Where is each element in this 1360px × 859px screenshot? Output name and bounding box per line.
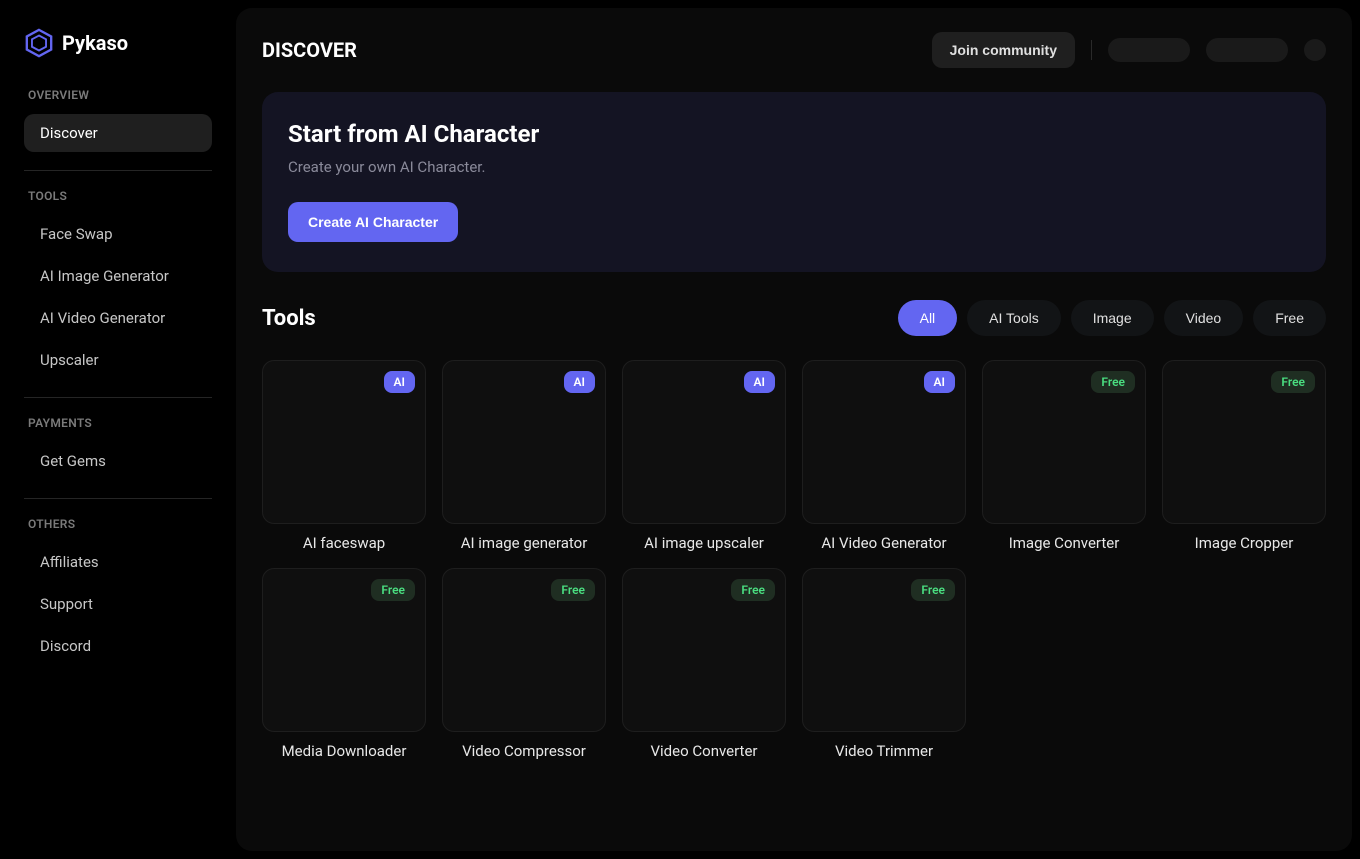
skeleton-placeholder xyxy=(1206,38,1288,62)
filter-ai-tools[interactable]: AI Tools xyxy=(967,300,1061,336)
badge-free: Free xyxy=(1271,371,1315,393)
badge-free: Free xyxy=(911,579,955,601)
tools-title: Tools xyxy=(262,306,316,331)
filter-all[interactable]: All xyxy=(898,300,958,336)
section-label-payments: PAYMENTS xyxy=(24,416,212,430)
tool-card[interactable]: Free Image Converter xyxy=(982,360,1146,552)
tool-card-thumb: AI xyxy=(802,360,966,524)
sidebar-item-upscaler[interactable]: Upscaler xyxy=(24,341,212,379)
sidebar-item-discover[interactable]: Discover xyxy=(24,114,212,152)
filter-image[interactable]: Image xyxy=(1071,300,1154,336)
badge-free: Free xyxy=(1091,371,1135,393)
tool-card[interactable]: Free Video Trimmer xyxy=(802,568,966,760)
tool-card-label: AI image generator xyxy=(442,534,606,552)
divider xyxy=(24,498,212,499)
badge-ai: AI xyxy=(744,371,775,393)
sidebar-item-ai-video-generator[interactable]: AI Video Generator xyxy=(24,299,212,337)
section-label-tools: TOOLS xyxy=(24,189,212,203)
tool-card[interactable]: Free Video Compressor xyxy=(442,568,606,760)
sidebar-item-get-gems[interactable]: Get Gems xyxy=(24,442,212,480)
tool-card[interactable]: AI AI Video Generator xyxy=(802,360,966,552)
tools-header: Tools All AI Tools Image Video Free xyxy=(262,300,1326,336)
divider xyxy=(24,397,212,398)
sidebar-item-face-swap[interactable]: Face Swap xyxy=(24,215,212,253)
badge-free: Free xyxy=(731,579,775,601)
tool-card[interactable]: Free Video Converter xyxy=(622,568,786,760)
divider xyxy=(24,170,212,171)
page-title: DISCOVER xyxy=(262,38,357,62)
badge-free: Free xyxy=(371,579,415,601)
tool-card[interactable]: Free Media Downloader xyxy=(262,568,426,760)
sidebar-item-discord[interactable]: Discord xyxy=(24,627,212,665)
tool-card-thumb: Free xyxy=(262,568,426,732)
logo-icon xyxy=(24,28,54,58)
hero-banner: Start from AI Character Create your own … xyxy=(262,92,1326,272)
main-content: DISCOVER Join community Start from AI Ch… xyxy=(236,8,1352,851)
logo[interactable]: Pykaso xyxy=(24,28,212,58)
join-community-button[interactable]: Join community xyxy=(932,32,1075,68)
tool-card-thumb: Free xyxy=(622,568,786,732)
tool-card-thumb: Free xyxy=(982,360,1146,524)
skeleton-placeholder xyxy=(1108,38,1190,62)
tool-card-thumb: AI xyxy=(442,360,606,524)
tool-card[interactable]: AI AI image upscaler xyxy=(622,360,786,552)
sidebar-item-ai-image-generator[interactable]: AI Image Generator xyxy=(24,257,212,295)
sidebar-item-support[interactable]: Support xyxy=(24,585,212,623)
tool-card-label: Video Compressor xyxy=(442,742,606,760)
topbar: DISCOVER Join community xyxy=(236,8,1352,92)
sidebar-item-affiliates[interactable]: Affiliates xyxy=(24,543,212,581)
tool-card-label: Video Converter xyxy=(622,742,786,760)
skeleton-placeholder xyxy=(1304,39,1326,61)
tool-card-label: AI image upscaler xyxy=(622,534,786,552)
tool-card-label: AI faceswap xyxy=(262,534,426,552)
badge-ai: AI xyxy=(384,371,415,393)
logo-text: Pykaso xyxy=(62,31,128,55)
create-ai-character-button[interactable]: Create AI Character xyxy=(288,202,458,242)
section-label-overview: OVERVIEW xyxy=(24,88,212,102)
tool-card-label: Media Downloader xyxy=(262,742,426,760)
tool-card-label: Image Cropper xyxy=(1162,534,1326,552)
badge-ai: AI xyxy=(564,371,595,393)
hero-title: Start from AI Character xyxy=(288,120,1300,148)
tool-card[interactable]: AI AI faceswap xyxy=(262,360,426,552)
tool-card-label: Image Converter xyxy=(982,534,1146,552)
tool-card-label: Video Trimmer xyxy=(802,742,966,760)
tool-card-thumb: Free xyxy=(802,568,966,732)
badge-ai: AI xyxy=(924,371,955,393)
tools-grid: AI AI faceswap AI AI image generator AI AI im… xyxy=(262,360,1326,760)
tool-card-thumb: Free xyxy=(442,568,606,732)
divider xyxy=(1091,40,1092,60)
hero-subtitle: Create your own AI Character. xyxy=(288,158,1300,176)
sidebar: Pykaso OVERVIEW Discover TOOLS Face Swap… xyxy=(0,0,236,859)
section-label-others: OTHERS xyxy=(24,517,212,531)
filter-video[interactable]: Video xyxy=(1164,300,1244,336)
tool-card-thumb: Free xyxy=(1162,360,1326,524)
tool-card-thumb: AI xyxy=(622,360,786,524)
badge-free: Free xyxy=(551,579,595,601)
filter-group: All AI Tools Image Video Free xyxy=(898,300,1326,336)
tool-card[interactable]: Free Image Cropper xyxy=(1162,360,1326,552)
filter-free[interactable]: Free xyxy=(1253,300,1326,336)
tool-card-label: AI Video Generator xyxy=(802,534,966,552)
tool-card[interactable]: AI AI image generator xyxy=(442,360,606,552)
tool-card-thumb: AI xyxy=(262,360,426,524)
